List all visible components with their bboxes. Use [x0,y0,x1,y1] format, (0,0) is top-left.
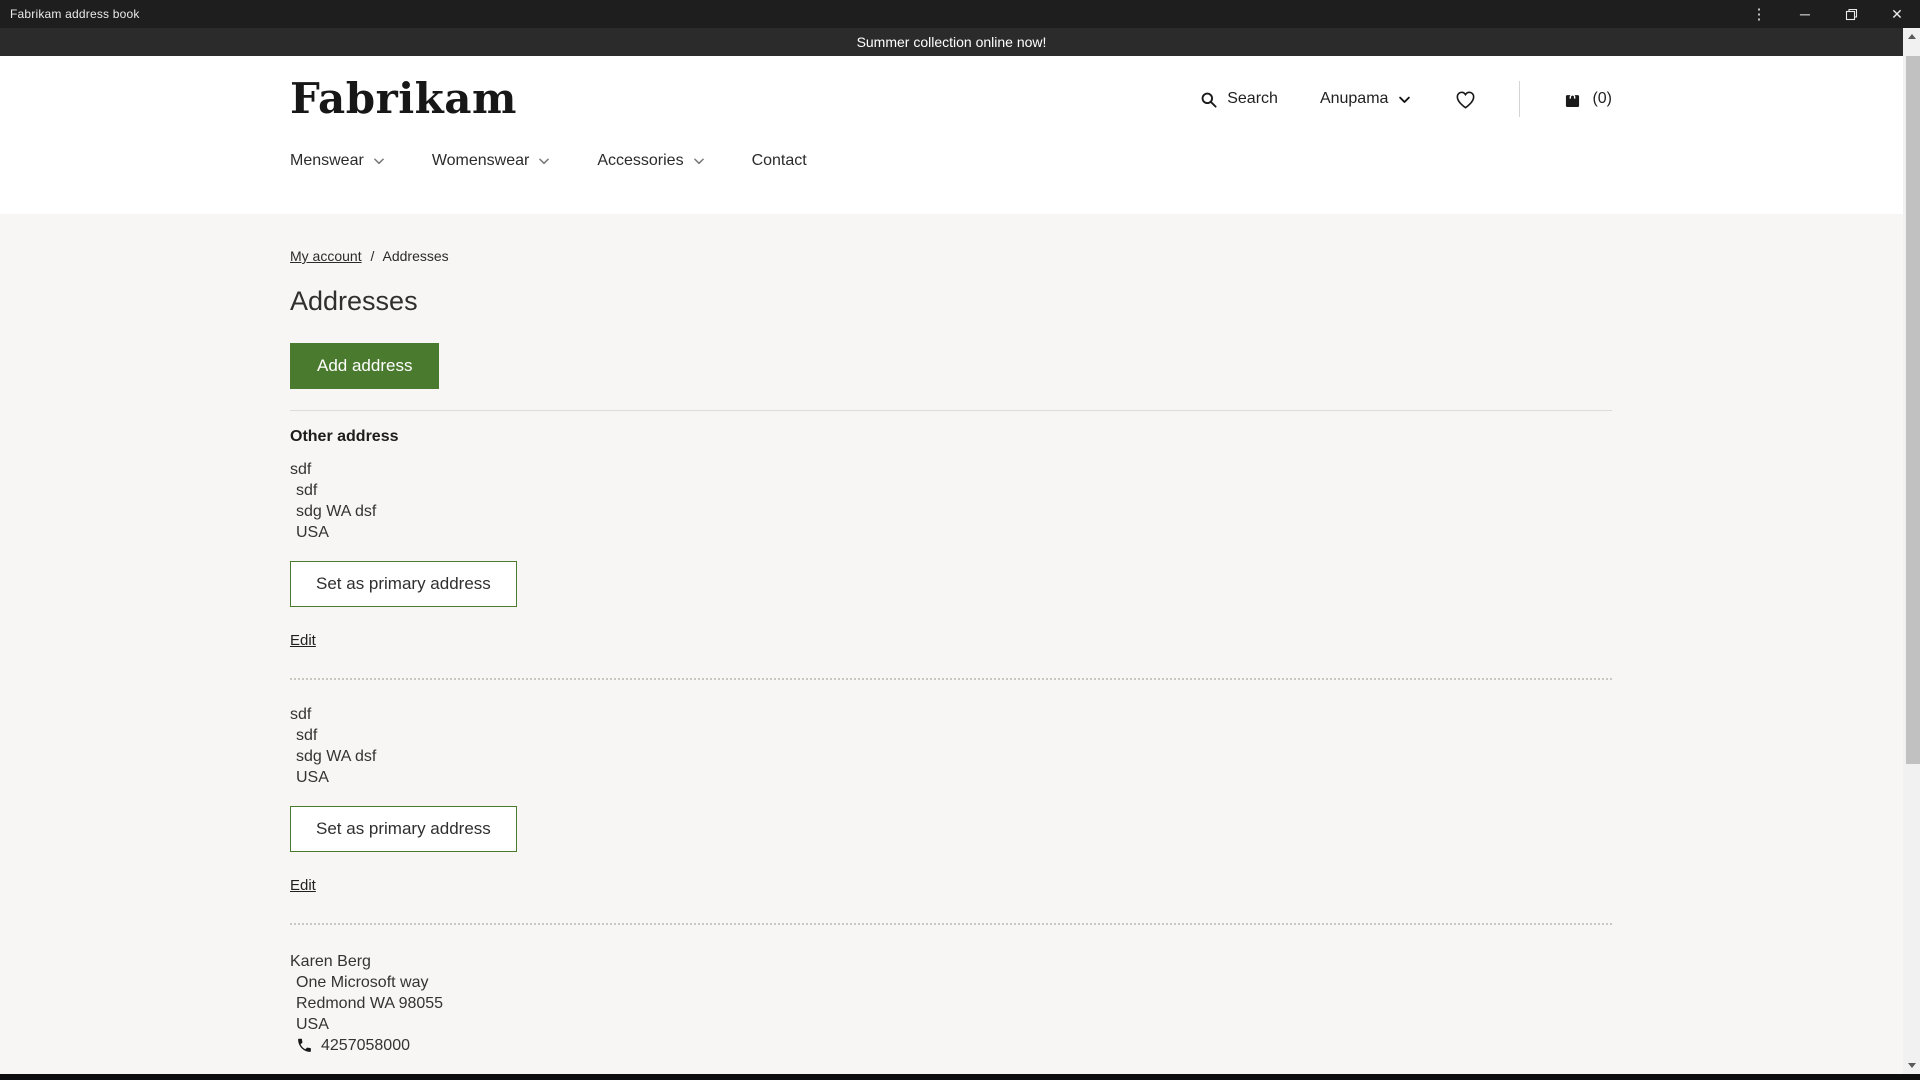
window-titlebar: Fabrikam address book ⋮ ─ ✕ [0,0,1920,28]
divider [290,410,1612,411]
nav-label: Menswear [290,152,364,169]
close-icon: ✕ [1891,5,1903,22]
window-menu-button[interactable]: ⋮ [1736,0,1782,28]
search-button[interactable]: Search [1199,90,1278,109]
cart-count: (0) [1592,90,1612,107]
address-line: USA [296,524,329,541]
other-address-heading: Other address [290,428,399,445]
scroll-down-arrow[interactable] [1903,1057,1920,1074]
address-block: sdf sdf sdg WA dsf USA [290,704,1612,788]
address-line: sdf [296,482,318,499]
header-utilities: Search Anupama (0) [1199,81,1612,117]
address-line: Karen Berg [290,953,371,970]
nav-item-menswear[interactable]: Menswear [290,152,386,170]
address-entry: sdf sdf sdg WA dsf USA Set as primary ad… [290,459,1612,650]
address-line: USA [296,769,329,786]
minimize-button[interactable]: ─ [1782,0,1828,28]
restore-button[interactable] [1828,0,1874,28]
address-entry: Karen Berg One Microsoft way Redmond WA … [290,951,1612,1056]
scroll-up-arrow[interactable] [1903,28,1920,45]
address-line: sdg WA dsf [296,748,377,765]
promo-banner-text: Summer collection online now! [856,34,1047,50]
breadcrumb-current: Addresses [382,248,449,264]
phone-icon [296,1037,313,1054]
breadcrumb-separator: / [370,248,375,264]
page-content: My account / Addresses Addresses Add add… [0,214,1920,1074]
address-block: Karen Berg One Microsoft way Redmond WA … [290,951,1612,1056]
promo-banner: Summer collection online now! [0,28,1920,56]
dotted-divider [290,923,1612,925]
nav-item-accessories[interactable]: Accessories [597,152,705,170]
main-nav: Menswear Womenswear Accessories Contact [290,152,1612,170]
window-controls: ⋮ ─ ✕ [1736,0,1920,28]
restore-icon [1845,8,1858,21]
minimize-icon: ─ [1800,6,1810,22]
close-button[interactable]: ✕ [1874,0,1920,28]
address-line: sdf [290,461,312,478]
dotted-divider [290,678,1612,680]
set-primary-address-button[interactable]: Set as primary address [290,561,517,607]
nav-item-contact[interactable]: Contact [752,152,807,170]
search-label: Search [1227,90,1278,107]
account-menu[interactable]: Anupama [1320,90,1413,108]
site-logo[interactable]: Fabrikam [290,72,517,126]
address-line: Redmond WA 98055 [296,995,444,1012]
site-header: Fabrikam Search Anupama (0) Menswear Wom… [0,56,1920,214]
phone-row: 4257058000 [290,1035,1612,1056]
window-bottom-frame [0,1074,1920,1080]
header-divider [1519,81,1521,117]
address-line: sdg WA dsf [296,503,377,520]
nav-label: Accessories [597,152,684,169]
account-name: Anupama [1319,90,1389,107]
address-line: One Microsoft way [296,974,429,991]
chevron-down-icon [692,154,706,168]
shopping-bag-icon [1562,89,1583,110]
address-line: USA [296,1016,329,1033]
chevron-down-icon [537,154,551,168]
nav-label: Womenswear [431,152,530,169]
breadcrumb: My account / Addresses [290,248,1612,264]
kebab-menu-icon: ⋮ [1751,6,1767,23]
add-address-button[interactable]: Add address [290,343,440,389]
scrollbar-thumb[interactable] [1906,56,1920,764]
address-entry: sdf sdf sdg WA dsf USA Set as primary ad… [290,704,1612,895]
edit-address-link[interactable]: Edit [290,877,316,894]
address-line: sdf [296,727,318,744]
heart-icon [1454,88,1477,111]
breadcrumb-my-account-link[interactable]: My account [290,248,362,264]
page-title: Addresses [290,286,418,316]
phone-number: 4257058000 [321,1037,410,1054]
scrollbar[interactable] [1903,28,1920,1074]
search-icon [1199,90,1218,109]
chevron-down-icon [372,154,386,168]
window-title: Fabrikam address book [10,7,140,21]
wishlist-button[interactable] [1454,88,1477,111]
edit-address-link[interactable]: Edit [290,632,316,649]
address-block: sdf sdf sdg WA dsf USA [290,459,1612,543]
address-line: sdf [290,706,312,723]
nav-item-womenswear[interactable]: Womenswear [432,152,552,170]
nav-label: Contact [751,152,807,169]
set-primary-address-button[interactable]: Set as primary address [290,806,517,852]
cart-button[interactable]: (0) [1562,89,1612,110]
chevron-down-icon [1397,92,1412,107]
